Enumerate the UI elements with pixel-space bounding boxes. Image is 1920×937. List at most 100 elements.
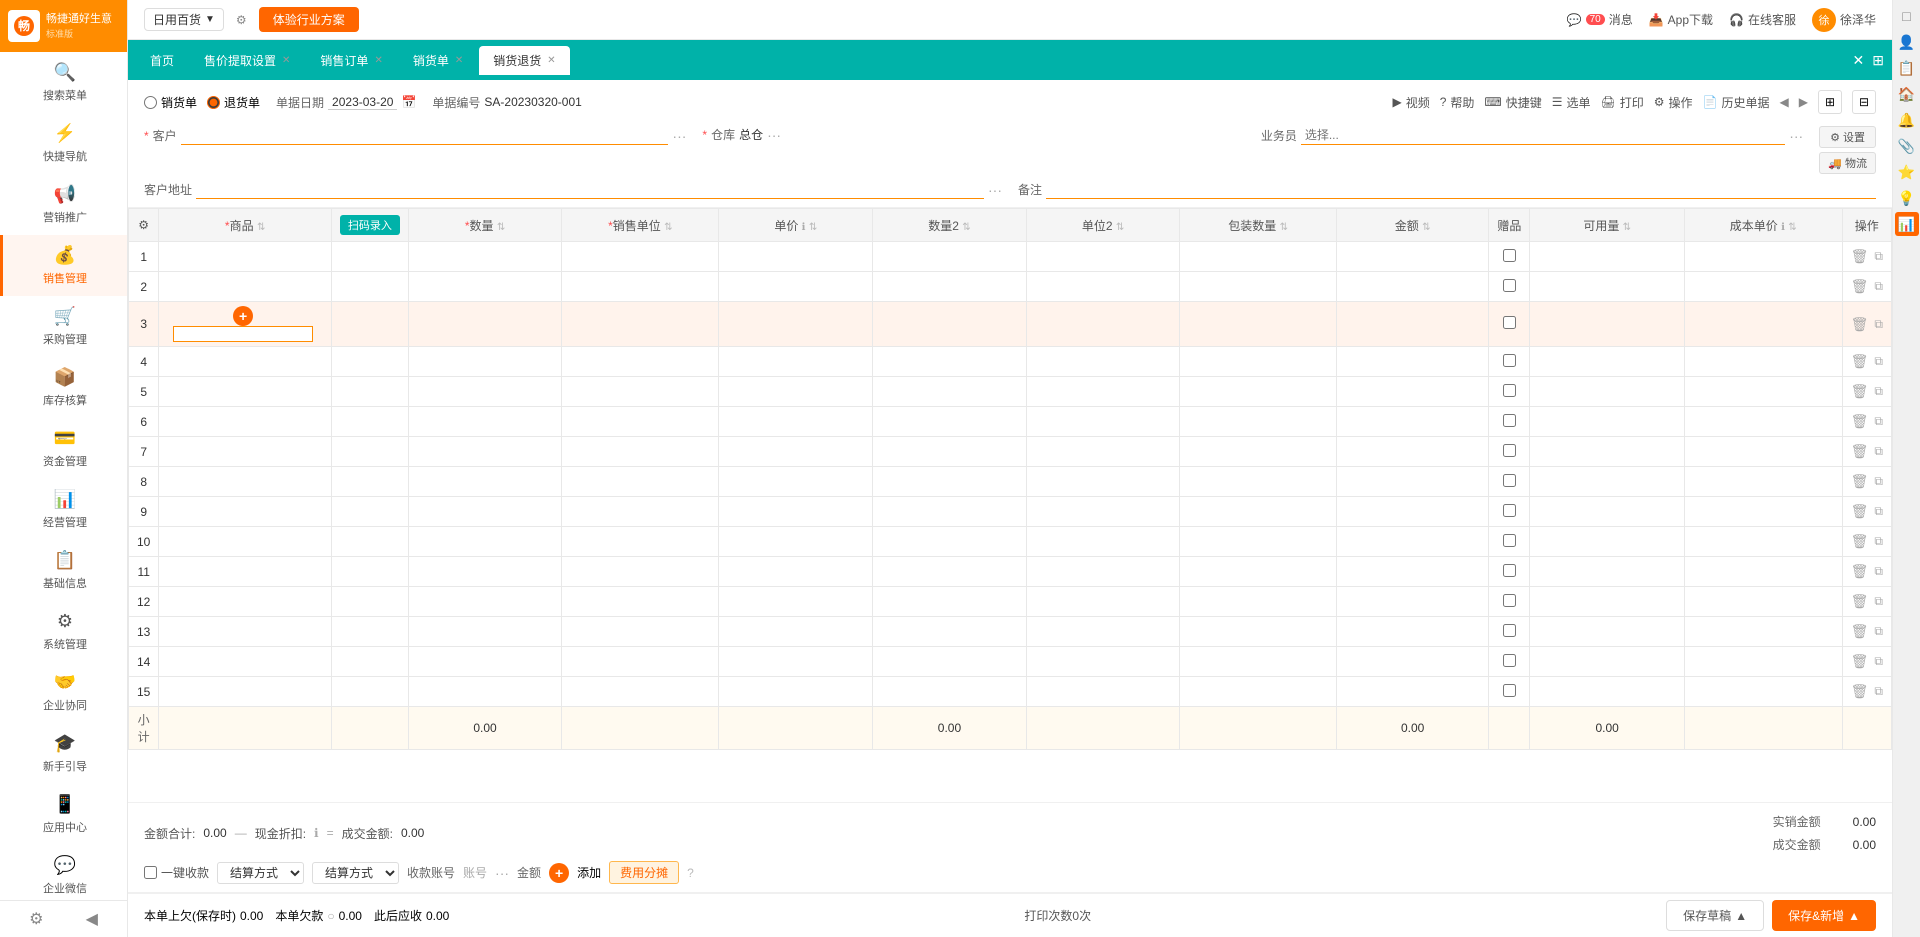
cell-price[interactable] (719, 497, 873, 527)
cell-amount[interactable] (1336, 242, 1489, 272)
cell-qty[interactable] (408, 377, 561, 407)
tab-price-settings-close[interactable]: ✕ (282, 55, 290, 66)
sidebar-item-system[interactable]: ⚙ 系统管理 (0, 601, 127, 662)
date-value[interactable]: 2023-03-20 (328, 95, 397, 110)
cell-unit2[interactable] (1026, 467, 1180, 497)
copy-row-btn[interactable]: ⧉ (1874, 684, 1883, 699)
cell-avail[interactable] (1530, 407, 1685, 437)
remark-input[interactable] (1046, 180, 1876, 199)
gift-checkbox[interactable] (1503, 414, 1516, 427)
cell-unit2[interactable] (1026, 242, 1180, 272)
delete-row-btn[interactable]: 🗑 (1851, 623, 1869, 640)
cell-gift[interactable] (1489, 242, 1530, 272)
cell-price[interactable] (719, 587, 873, 617)
cell-cost[interactable] (1684, 557, 1842, 587)
cell-cost[interactable] (1684, 242, 1842, 272)
sidebar-item-inventory[interactable]: 📦 库存核算 (0, 357, 127, 418)
cell-unit[interactable] (562, 677, 719, 707)
cell-unit2-active[interactable] (1026, 302, 1180, 347)
cell-gift[interactable] (1489, 647, 1530, 677)
cell-gift[interactable] (1489, 377, 1530, 407)
cell-unit-active[interactable] (562, 302, 719, 347)
radio-return-bill[interactable]: 退货单 (207, 94, 260, 111)
online-service-btn[interactable]: 🎧 在线客服 (1729, 11, 1796, 28)
tab-sales-bill[interactable]: 销货单 ✕ (399, 46, 477, 75)
cell-qty[interactable] (408, 677, 561, 707)
rs-icon-3[interactable]: 📋 (1895, 56, 1919, 80)
qty-input[interactable] (417, 317, 553, 331)
cell-gift[interactable] (1489, 467, 1530, 497)
settings-side-btn[interactable]: ⚙ 设置 (1819, 126, 1876, 148)
cell-cost[interactable] (1684, 377, 1842, 407)
copy-row-btn[interactable]: ⧉ (1874, 384, 1883, 399)
cell-product[interactable] (159, 497, 332, 527)
rs-icon-5[interactable]: 🔔 (1895, 108, 1919, 132)
copy-row-btn[interactable]: ⧉ (1874, 317, 1883, 332)
cell-qty2[interactable] (873, 467, 1027, 497)
cell-qty2[interactable] (873, 272, 1027, 302)
cell-pack[interactable] (1180, 557, 1336, 587)
delete-row-btn[interactable]: 🗑 (1851, 473, 1869, 490)
scan-input-btn[interactable]: 扫码录入 (340, 215, 400, 235)
gift-checkbox[interactable] (1503, 654, 1516, 667)
cell-qty[interactable] (408, 497, 561, 527)
price-sort-icon[interactable]: ⇅ (809, 222, 817, 233)
cell-qty2[interactable] (873, 497, 1027, 527)
delete-row-btn[interactable]: 🗑 (1851, 653, 1869, 670)
dropdown-draft-icon[interactable]: ▲ (1735, 909, 1747, 923)
cell-product[interactable] (159, 527, 332, 557)
cell-unit[interactable] (562, 527, 719, 557)
cell-qty[interactable] (408, 347, 561, 377)
cell-cost[interactable] (1684, 407, 1842, 437)
cell-unit2[interactable] (1026, 407, 1180, 437)
cell-gift[interactable] (1489, 677, 1530, 707)
cell-cost[interactable] (1684, 587, 1842, 617)
list-view-btn[interactable]: ⊟ (1852, 90, 1876, 114)
video-btn[interactable]: ▶视频 (1392, 94, 1429, 111)
cell-amount[interactable] (1336, 377, 1489, 407)
radio-return-bill-input[interactable] (207, 96, 220, 109)
gift-checkbox[interactable] (1503, 444, 1516, 457)
try-btn[interactable]: 体验行业方案 (259, 7, 359, 32)
cell-amount[interactable] (1336, 557, 1489, 587)
one-click-payment-check[interactable]: 一键收款 (144, 864, 209, 881)
cell-cost[interactable] (1684, 497, 1842, 527)
cell-add-btn[interactable]: + (159, 302, 332, 347)
cell-pack[interactable] (1180, 347, 1336, 377)
price-input[interactable] (727, 317, 864, 331)
gift-checkbox[interactable] (1503, 316, 1516, 329)
cell-unit2[interactable] (1026, 587, 1180, 617)
cell-pack[interactable] (1180, 497, 1336, 527)
cell-product[interactable] (159, 557, 332, 587)
settings-icon[interactable]: ⚙ (29, 909, 43, 929)
copy-row-btn[interactable]: ⧉ (1874, 594, 1883, 609)
cell-qty2[interactable] (873, 617, 1027, 647)
cell-avail[interactable] (1530, 437, 1685, 467)
grid-view-btn[interactable]: ⊞ (1818, 90, 1842, 114)
shortcut-btn[interactable]: ⌨快捷键 (1484, 94, 1541, 111)
sidebar-item-basic[interactable]: 📋 基础信息 (0, 540, 127, 601)
cell-gift[interactable] (1489, 587, 1530, 617)
cell-cost-active[interactable] (1684, 302, 1842, 347)
cell-cost[interactable] (1684, 437, 1842, 467)
rs-icon-7[interactable]: ⭐ (1895, 160, 1919, 184)
cell-qty2[interactable] (873, 407, 1027, 437)
cell-qty2[interactable] (873, 527, 1027, 557)
cell-pack[interactable] (1180, 587, 1336, 617)
cell-unit2[interactable] (1026, 617, 1180, 647)
sidebar-item-purchase[interactable]: 🛒 采购管理 (0, 296, 127, 357)
cell-avail[interactable] (1530, 347, 1685, 377)
cell-price[interactable] (719, 272, 873, 302)
customer-input[interactable] (181, 126, 669, 145)
sidebar-item-apps[interactable]: 📱 应用中心 (0, 784, 127, 845)
delete-row-btn[interactable]: 🗑 (1851, 593, 1869, 610)
cell-cost[interactable] (1684, 647, 1842, 677)
cell-price[interactable] (719, 557, 873, 587)
cell-product[interactable] (159, 647, 332, 677)
cell-price[interactable] (719, 437, 873, 467)
cell-qty2-active[interactable] (873, 302, 1027, 347)
warehouse-dots[interactable]: ··· (767, 127, 781, 143)
cell-amount[interactable] (1336, 437, 1489, 467)
sidebar-item-wechat[interactable]: 💬 企业微信 (0, 845, 127, 900)
qty2-sort-icon[interactable]: ⇅ (962, 222, 970, 233)
